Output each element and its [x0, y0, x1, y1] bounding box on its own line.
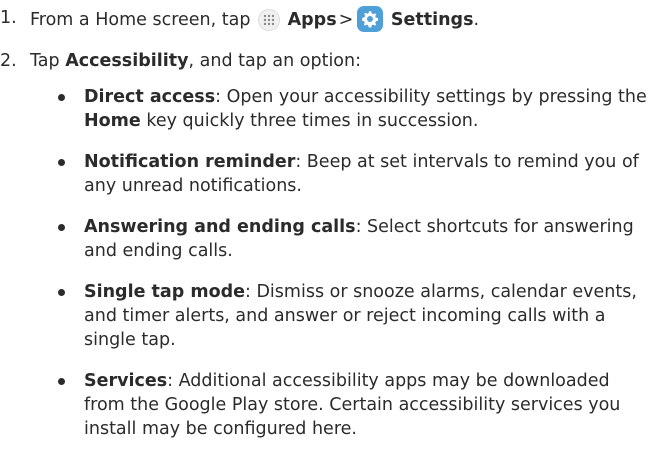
bullet-dot	[58, 378, 65, 385]
list-item-services: Services: Additional accessibility apps …	[58, 369, 648, 441]
chevron-separator: >	[338, 10, 354, 30]
list-item-answering-calls: Answering and ending calls: Select short…	[58, 215, 648, 263]
step-text: From a Home screen, tap Apps > Settings.	[30, 6, 479, 32]
step-prefix: From a Home screen, tap	[30, 10, 251, 30]
accessibility-label: Accessibility	[65, 51, 189, 71]
bullet-dot	[58, 224, 65, 231]
apps-grid-icon	[258, 9, 281, 31]
settings-gear-icon	[357, 6, 384, 32]
apps-label: Apps	[287, 10, 337, 30]
bullet-dot	[58, 94, 65, 101]
settings-label: Settings	[390, 10, 474, 30]
option-term-home: Home	[84, 111, 141, 131]
step-number: 1.	[0, 8, 17, 28]
bullet-dot	[58, 289, 65, 296]
list-item-direct-access: Direct access: Open your accessibility s…	[58, 85, 648, 133]
bullet-dot	[58, 159, 65, 166]
step-suffix: , and tap an option:	[188, 51, 361, 71]
step-suffix: .	[473, 10, 480, 30]
option-desc: : Open your accessibility settings by pr…	[215, 87, 647, 107]
options-list: Direct access: Open your accessibility s…	[58, 85, 648, 458]
option-term: Services	[84, 371, 168, 391]
option-term: Single tap mode	[84, 282, 245, 302]
option-desc: key quickly three times in succession.	[146, 111, 479, 131]
option-term: Notification reminder	[84, 152, 296, 172]
step-prefix: Tap	[30, 51, 60, 71]
step-text: Tap Accessibility, and tap an option:	[30, 49, 361, 73]
list-item-notification-reminder: Notification reminder: Beep at set inter…	[58, 150, 648, 198]
option-term: Direct access	[84, 87, 216, 107]
option-term: Answering and ending calls	[84, 217, 356, 237]
step-number: 2.	[0, 51, 17, 71]
list-item-single-tap-mode: Single tap mode: Dismiss or snooze alarm…	[58, 280, 648, 352]
